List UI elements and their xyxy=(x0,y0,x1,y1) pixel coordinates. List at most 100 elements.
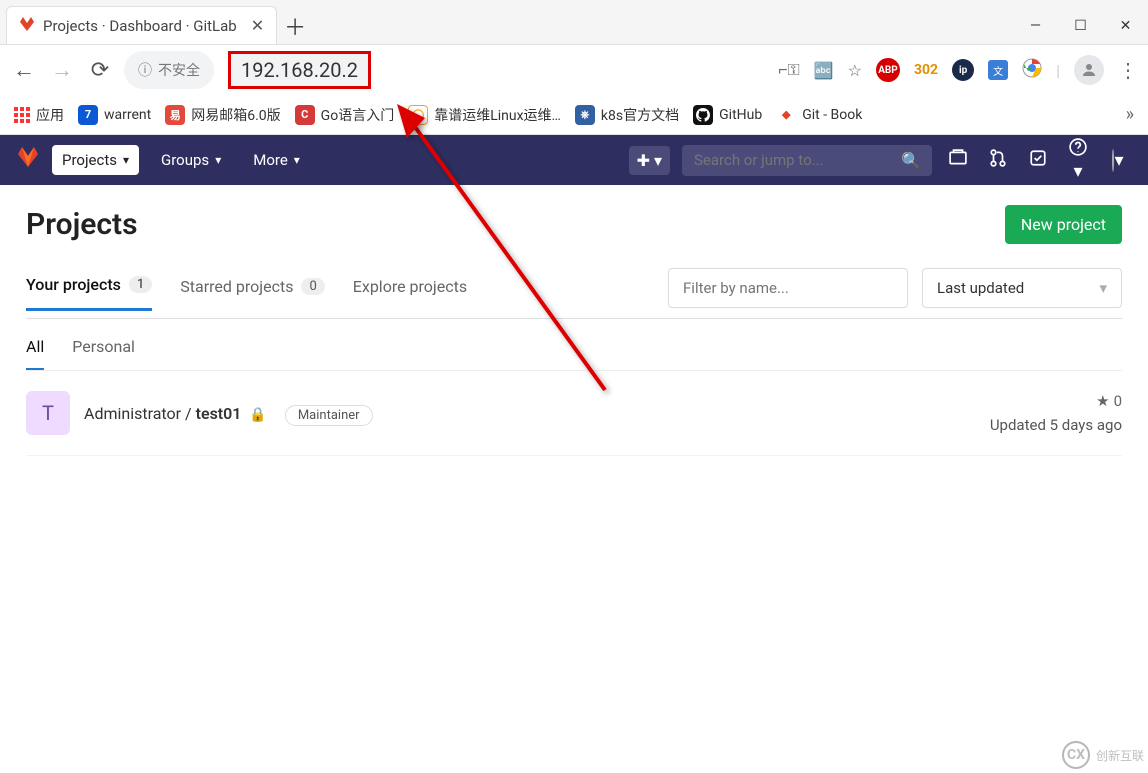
bookmark-label: warrent xyxy=(104,107,151,123)
bookmark-linux[interactable]: ◯ 靠谱运维Linux运维… xyxy=(408,105,561,125)
gitlab-topnav: Projects▾ Groups▾ More▾ ✚▾ 🔍 ▾ ▾ xyxy=(0,135,1148,185)
lock-icon: 🔒 xyxy=(249,407,266,423)
close-tab-icon[interactable]: ✕ xyxy=(251,16,264,35)
user-avatar-icon xyxy=(1112,149,1114,172)
new-dropdown[interactable]: ✚▾ xyxy=(629,146,670,175)
project-name: Administrator / test01 🔒 Maintainer xyxy=(84,404,373,423)
close-window-button[interactable]: ✕ xyxy=(1103,8,1148,44)
search-input[interactable] xyxy=(694,151,893,169)
merge-requests-icon[interactable] xyxy=(984,149,1012,172)
chevron-down-icon: ▾ xyxy=(215,153,221,167)
google-translate-icon[interactable]: 文 xyxy=(988,60,1008,80)
search-icon[interactable]: 🔍 xyxy=(901,151,921,170)
more-label: More xyxy=(253,151,288,169)
chevron-down-icon: ▾ xyxy=(294,153,300,167)
translate-icon[interactable]: 🔤 xyxy=(814,61,834,80)
bookmarks-overflow-icon[interactable]: » xyxy=(1126,104,1134,125)
gitlab-search[interactable]: 🔍 xyxy=(682,145,932,176)
key-icon[interactable]: ⌐⚿ xyxy=(778,60,800,80)
bookmark-icon: ◯ xyxy=(408,105,428,125)
plus-icon: ✚ xyxy=(637,151,650,170)
groups-label: Groups xyxy=(161,151,209,169)
bookmark-icon: 易 xyxy=(165,105,185,125)
minimize-button[interactable]: — xyxy=(1013,8,1058,44)
page-content: Projects New project Your projects 1 Sta… xyxy=(0,185,1148,476)
page-title: Projects xyxy=(26,207,138,242)
window-controls: — ☐ ✕ xyxy=(1013,8,1148,44)
security-label: 不安全 xyxy=(158,60,200,80)
todos-icon[interactable] xyxy=(1024,149,1052,172)
star-count: 0 xyxy=(1114,392,1122,410)
bookmark-label: GitHub xyxy=(719,107,762,123)
forward-button[interactable]: → xyxy=(48,56,76,84)
tab-label: Your projects xyxy=(26,275,121,294)
address-toolbar: ⌐⚿ 🔤 ☆ ABP 302 ip 文 | ⋮ xyxy=(778,55,1138,85)
chevron-down-icon: ▾ xyxy=(1099,279,1107,297)
browser-tab[interactable]: Projects · Dashboard · GitLab ✕ xyxy=(6,6,277,44)
bookmark-netease[interactable]: 易网易邮箱6.0版 xyxy=(165,105,280,125)
project-tabs: Your projects 1 Starred projects 0 Explo… xyxy=(26,268,1122,319)
user-menu[interactable]: ▾ xyxy=(1104,150,1132,171)
tab-count-badge: 1 xyxy=(129,276,152,293)
browser-tab-title: Projects · Dashboard · GitLab xyxy=(43,17,237,35)
tab-label: Explore projects xyxy=(353,277,467,296)
bookmark-label: Git - Book xyxy=(802,107,862,123)
bookmark-github[interactable]: GitHub xyxy=(693,105,762,125)
issues-icon[interactable] xyxy=(944,149,972,172)
chevron-down-icon: ▾ xyxy=(123,153,129,167)
chrome-icon[interactable] xyxy=(1022,58,1042,83)
bookmark-gitbook[interactable]: ◆ Git - Book xyxy=(776,105,862,125)
role-badge: Maintainer xyxy=(285,405,373,426)
maximize-button[interactable]: ☐ xyxy=(1058,8,1103,44)
browser-menu-icon[interactable]: ⋮ xyxy=(1118,58,1138,82)
project-avatar: T xyxy=(26,391,70,435)
sort-label: Last updated xyxy=(937,279,1024,297)
reload-button[interactable]: ⟳ xyxy=(86,56,114,84)
groups-dropdown[interactable]: Groups ▾ xyxy=(151,145,231,175)
adblock-icon[interactable]: ABP xyxy=(876,58,900,82)
new-project-button[interactable]: New project xyxy=(1005,205,1122,244)
bookmark-warrent[interactable]: 7warrent xyxy=(78,105,151,125)
profile-avatar[interactable] xyxy=(1074,55,1104,85)
security-indicator[interactable]: ⓘ 不安全 xyxy=(138,60,200,80)
subtab-all[interactable]: All xyxy=(26,337,44,370)
watermark: CX 创新互联 xyxy=(1062,741,1144,769)
ip-extension-icon[interactable]: ip xyxy=(952,59,974,81)
project-row[interactable]: T Administrator / test01 🔒 Maintainer ★ 0… xyxy=(26,371,1122,456)
help-icon[interactable]: ▾ xyxy=(1064,138,1092,182)
bookmarks-bar: 应用 7warrent 易网易邮箱6.0版 C Go语言入门 ◯ 靠谱运维Linux… xyxy=(0,95,1148,135)
tab-count-badge: 0 xyxy=(301,278,324,295)
projects-dropdown[interactable]: Projects▾ xyxy=(52,145,139,175)
subtab-personal[interactable]: Personal xyxy=(72,337,135,370)
bookmark-icon: C xyxy=(295,105,315,125)
browser-titlebar: Projects · Dashboard · GitLab ✕ ＋ — ☐ ✕ xyxy=(0,0,1148,45)
tab-your-projects[interactable]: Your projects 1 xyxy=(26,275,152,311)
bookmark-k8s[interactable]: ⎈ k8s官方文档 xyxy=(575,105,679,125)
url-text-highlight: 192.168.20.2 xyxy=(228,51,371,89)
url-field[interactable]: ⓘ 不安全 xyxy=(124,51,214,89)
filter-input[interactable] xyxy=(668,268,908,308)
bookmark-label: 靠谱运维Linux运维… xyxy=(434,105,561,125)
gitlab-logo-icon[interactable] xyxy=(16,145,40,175)
star-icon[interactable]: ☆ xyxy=(848,61,862,80)
tab-starred-projects[interactable]: Starred projects 0 xyxy=(180,277,324,310)
bookmark-icon: ⎈ xyxy=(575,105,595,125)
github-icon xyxy=(693,105,713,125)
apps-button[interactable]: 应用 xyxy=(14,105,64,125)
bookmark-label: Go语言入门 xyxy=(321,105,395,125)
tab-explore-projects[interactable]: Explore projects xyxy=(353,277,467,310)
chevron-down-icon: ▾ xyxy=(654,151,662,170)
more-dropdown[interactable]: More ▾ xyxy=(243,145,310,175)
star-icon: ★ xyxy=(1096,392,1109,410)
project-title: test01 xyxy=(196,404,242,423)
bookmark-label: k8s官方文档 xyxy=(601,105,679,125)
address-bar: ← → ⟳ ⓘ 不安全 192.168.20.2 ⌐⚿ 🔤 ☆ ABP 302 … xyxy=(0,45,1148,95)
ext-count[interactable]: 302 xyxy=(914,62,938,78)
new-tab-button[interactable]: ＋ xyxy=(277,8,313,44)
back-button[interactable]: ← xyxy=(10,56,38,84)
project-owner: Administrator / xyxy=(84,404,196,423)
bookmark-go[interactable]: C Go语言入门 xyxy=(295,105,395,125)
bookmark-icon: ◆ xyxy=(776,105,796,125)
tab-label: Starred projects xyxy=(180,277,293,296)
sort-dropdown[interactable]: Last updated ▾ xyxy=(922,268,1122,308)
